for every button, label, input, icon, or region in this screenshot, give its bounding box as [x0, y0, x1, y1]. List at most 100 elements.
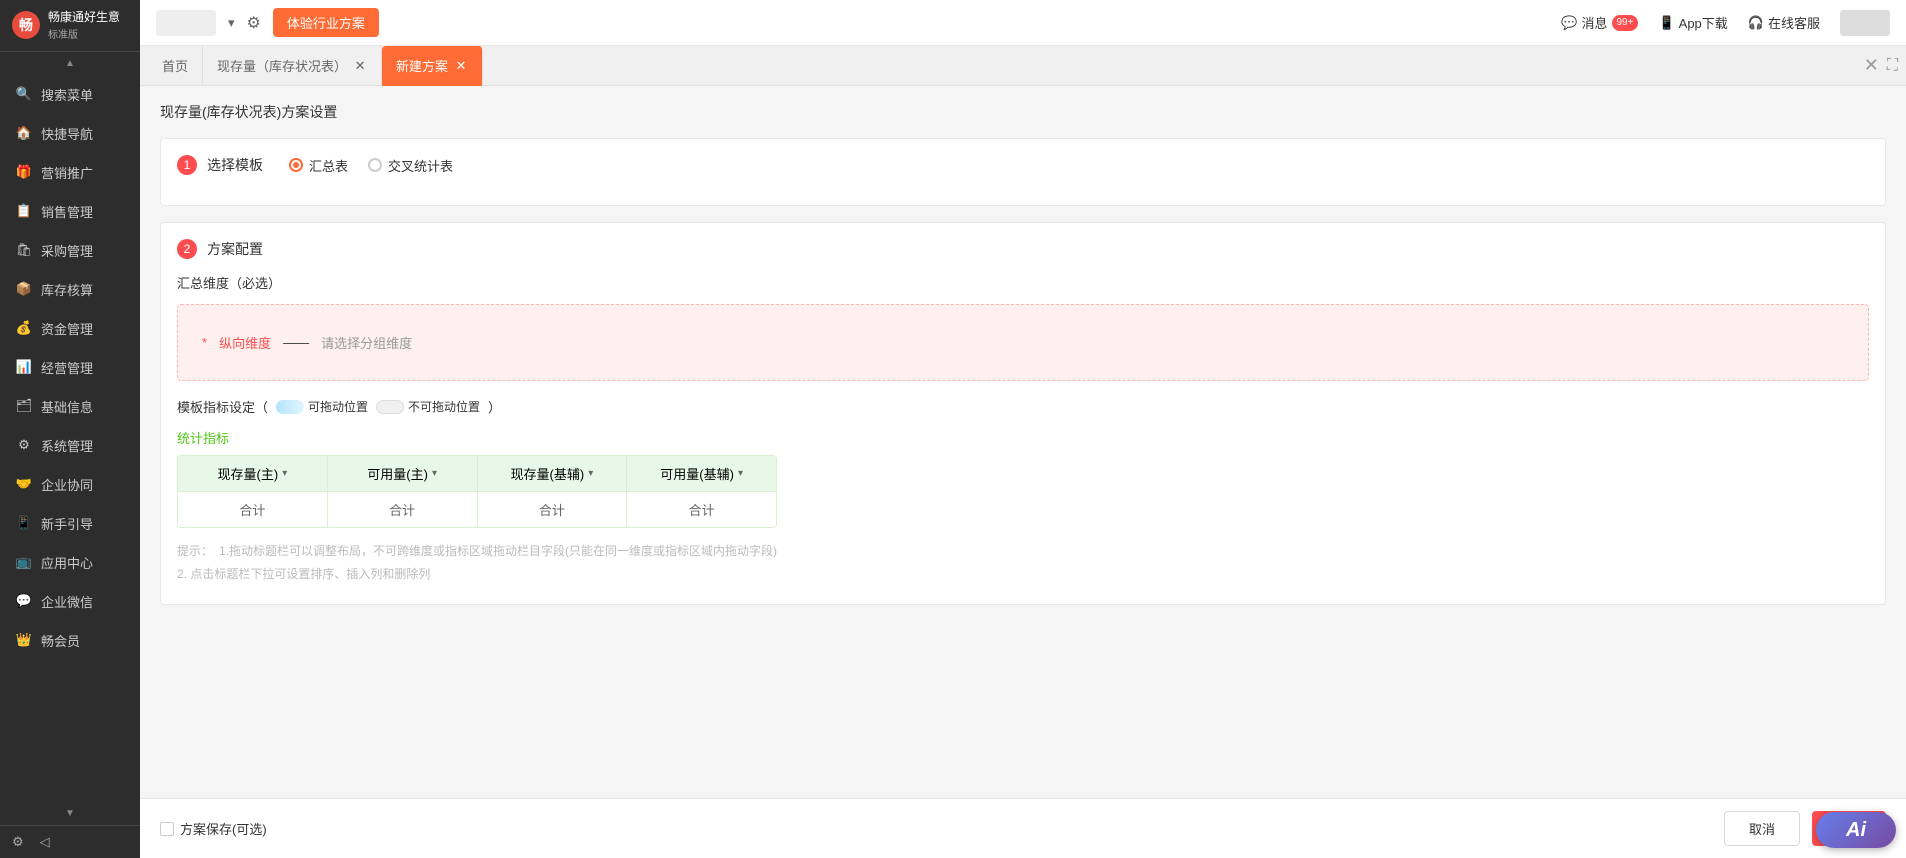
sidebar-item-purchase[interactable]: 🛍 采购管理 [0, 231, 140, 270]
radio-circle-summary [289, 158, 303, 172]
sidebar: 畅 畅康通好生意 标准版 ▲ 🔍 搜索菜单 🏠 快捷导航 🎁 营销推广 📋 销售… [0, 0, 140, 858]
indicator-label-prefix: 模板指标设定（ [177, 397, 268, 416]
sidebar-item-label: 营销推广 [41, 163, 93, 182]
dimension-area[interactable]: * 纵向维度 —— 请选择分组维度 [177, 304, 1869, 381]
draggable-indicator [276, 400, 304, 414]
radio-summary[interactable]: 汇总表 [289, 156, 348, 175]
dimension-title: 汇总维度（必选） [177, 276, 281, 291]
bottom-bar: 方案保存(可选) 取消 查询 [140, 798, 1906, 858]
draggable-badge: 可拖动位置 [276, 398, 368, 415]
basic-icon: 🗂 [15, 397, 33, 415]
step1-section: 1 选择模板 汇总表 交叉统计表 [160, 138, 1886, 206]
messages-btn[interactable]: 💬 消息 99+ [1561, 13, 1638, 32]
step2-section: 2 方案配置 汇总维度（必选） * 纵向维度 —— 请选择分组维度 模板指标设定… [160, 222, 1886, 605]
stats-data-row: 合计 合计 合计 合计 [178, 491, 776, 527]
dim-arrow: —— [283, 335, 309, 350]
tabbar-close-btn[interactable]: ✕ [1864, 55, 1879, 76]
sidebar-item-member[interactable]: 👑 畅会员 [0, 621, 140, 660]
main-area: ▾ ⚙ 体验行业方案 💬 消息 99+ 📱 App下载 🎧 在线客服 首页 [140, 0, 1906, 858]
col-1-dropdown[interactable]: ▾ [432, 468, 437, 479]
sidebar-item-appstore[interactable]: 📺 应用中心 [0, 543, 140, 582]
radio-cross[interactable]: 交叉统计表 [368, 156, 453, 175]
col-2-dropdown[interactable]: ▾ [588, 468, 593, 479]
sidebar-item-label: 搜索菜单 [41, 85, 93, 104]
save-label: 方案保存(可选) [180, 819, 267, 838]
topbar-avatar [1840, 10, 1890, 36]
stats-header-row: 现存量(主) ▾ 可用量(主) ▾ 现存量(基辅) ▾ 可用量(基辅) [178, 456, 776, 491]
cancel-button[interactable]: 取消 [1724, 811, 1800, 846]
user-avatar [156, 10, 216, 36]
gift-icon: 🎁 [15, 163, 33, 181]
tab-new-scheme-close[interactable]: ✕ [454, 59, 468, 73]
save-checkbox[interactable] [160, 822, 174, 836]
sidebar-item-business[interactable]: 📊 经营管理 [0, 348, 140, 387]
topbar-gear-btn[interactable]: ⚙ [247, 13, 261, 33]
stats-col-1-data: 合计 [328, 491, 478, 527]
wechat-icon: 💬 [15, 592, 33, 610]
headset-icon: 🎧 [1748, 15, 1764, 31]
finance-icon: 💰 [15, 319, 33, 337]
scroll-down-btn[interactable]: ▼ [65, 806, 75, 821]
col-0-dropdown[interactable]: ▾ [282, 468, 287, 479]
topbar-right: 💬 消息 99+ 📱 App下载 🎧 在线客服 [1561, 10, 1890, 36]
stats-col-0-data: 合计 [178, 491, 328, 527]
stats-col-1-header[interactable]: 可用量(主) ▾ [328, 456, 478, 491]
sidebar-item-enterprise[interactable]: 🤝 企业协同 [0, 465, 140, 504]
sidebar-item-label: 资金管理 [41, 319, 93, 338]
stats-table: 现存量(主) ▾ 可用量(主) ▾ 现存量(基辅) ▾ 可用量(基辅) [177, 455, 777, 528]
sidebar-item-basic[interactable]: 🗂 基础信息 [0, 387, 140, 426]
stats-col-3-header[interactable]: 可用量(基辅) ▾ [627, 456, 776, 491]
tab-inventory-status[interactable]: 现存量（库存状况表） ✕ [203, 46, 382, 86]
sidebar-item-quick-nav[interactable]: 🏠 快捷导航 [0, 114, 140, 153]
tab-home[interactable]: 首页 [148, 46, 203, 86]
topbar-dropdown-btn[interactable]: ▾ [228, 15, 235, 31]
sidebar-item-inventory[interactable]: 📦 库存核算 [0, 270, 140, 309]
ai-badge[interactable]: Ai [1816, 812, 1896, 848]
tabbar-expand-btn[interactable]: ⛶ [1887, 57, 1898, 75]
service-btn[interactable]: 🎧 在线客服 [1748, 13, 1820, 32]
sidebar-item-newbie[interactable]: 📱 新手引导 [0, 504, 140, 543]
trial-btn[interactable]: 体验行业方案 [273, 8, 379, 37]
sidebar-scroll-up[interactable]: ▲ [0, 52, 140, 75]
tab-inventory-close[interactable]: ✕ [353, 59, 367, 73]
sidebar-settings-btn[interactable]: ⚙ [12, 834, 24, 850]
stats-col-2-header[interactable]: 现存量(基辅) ▾ [478, 456, 628, 491]
messages-label: 消息 [1581, 13, 1607, 32]
radio-summary-label: 汇总表 [309, 156, 348, 175]
col-0-agg: 合计 [239, 500, 265, 519]
sidebar-item-label: 快捷导航 [41, 124, 93, 143]
stats-col-0-header[interactable]: 现存量(主) ▾ [178, 456, 328, 491]
sidebar-item-label: 系统管理 [41, 436, 93, 455]
sidebar-item-label: 库存核算 [41, 280, 93, 299]
tab-new-scheme-label: 新建方案 [396, 56, 448, 75]
sidebar-item-system[interactable]: ⚙ 系统管理 [0, 426, 140, 465]
appstore-icon: 📺 [15, 553, 33, 571]
indicator-label-suffix: ） [488, 397, 501, 416]
non-draggable-badge: 不可拖动位置 [376, 398, 480, 415]
tab-new-scheme[interactable]: 新建方案 ✕ [382, 46, 483, 86]
sidebar-item-sales[interactable]: 📋 销售管理 [0, 192, 140, 231]
sidebar-collapse-btn[interactable]: ◁ [40, 834, 50, 850]
sidebar-item-search[interactable]: 🔍 搜索菜单 [0, 75, 140, 114]
logo-icon: 畅 [12, 11, 40, 39]
tip-0: 提示： 1.拖动标题栏可以调整布局，不可跨维度或指标区域拖动栏目字段(只能在同一… [177, 542, 1869, 559]
app-icon: 📱 [1658, 15, 1674, 31]
purchase-icon: 🛍 [15, 241, 33, 259]
col-2-agg: 合计 [539, 500, 565, 519]
sidebar-item-marketing[interactable]: 🎁 营销推广 [0, 153, 140, 192]
dim-placeholder: 请选择分组维度 [321, 333, 412, 352]
step2-title: 方案配置 [207, 239, 263, 259]
indicator-settings: 模板指标设定（ 可拖动位置 不可拖动位置 ） [177, 397, 1869, 416]
step1-badge: 1 [177, 155, 197, 175]
sidebar-item-wechat[interactable]: 💬 企业微信 [0, 582, 140, 621]
sidebar-item-finance[interactable]: 💰 资金管理 [0, 309, 140, 348]
sidebar-item-label: 经营管理 [41, 358, 93, 377]
col-3-dropdown[interactable]: ▾ [738, 468, 743, 479]
tabbar-actions: ✕ ⛶ [1864, 55, 1906, 76]
newbie-icon: 📱 [15, 514, 33, 532]
member-icon: 👑 [15, 631, 33, 649]
scroll-up-btn[interactable]: ▲ [65, 56, 75, 71]
app-download-btn[interactable]: 📱 App下载 [1658, 13, 1727, 32]
sidebar-scroll-down[interactable]: ▼ [0, 802, 140, 825]
sales-icon: 📋 [15, 202, 33, 220]
